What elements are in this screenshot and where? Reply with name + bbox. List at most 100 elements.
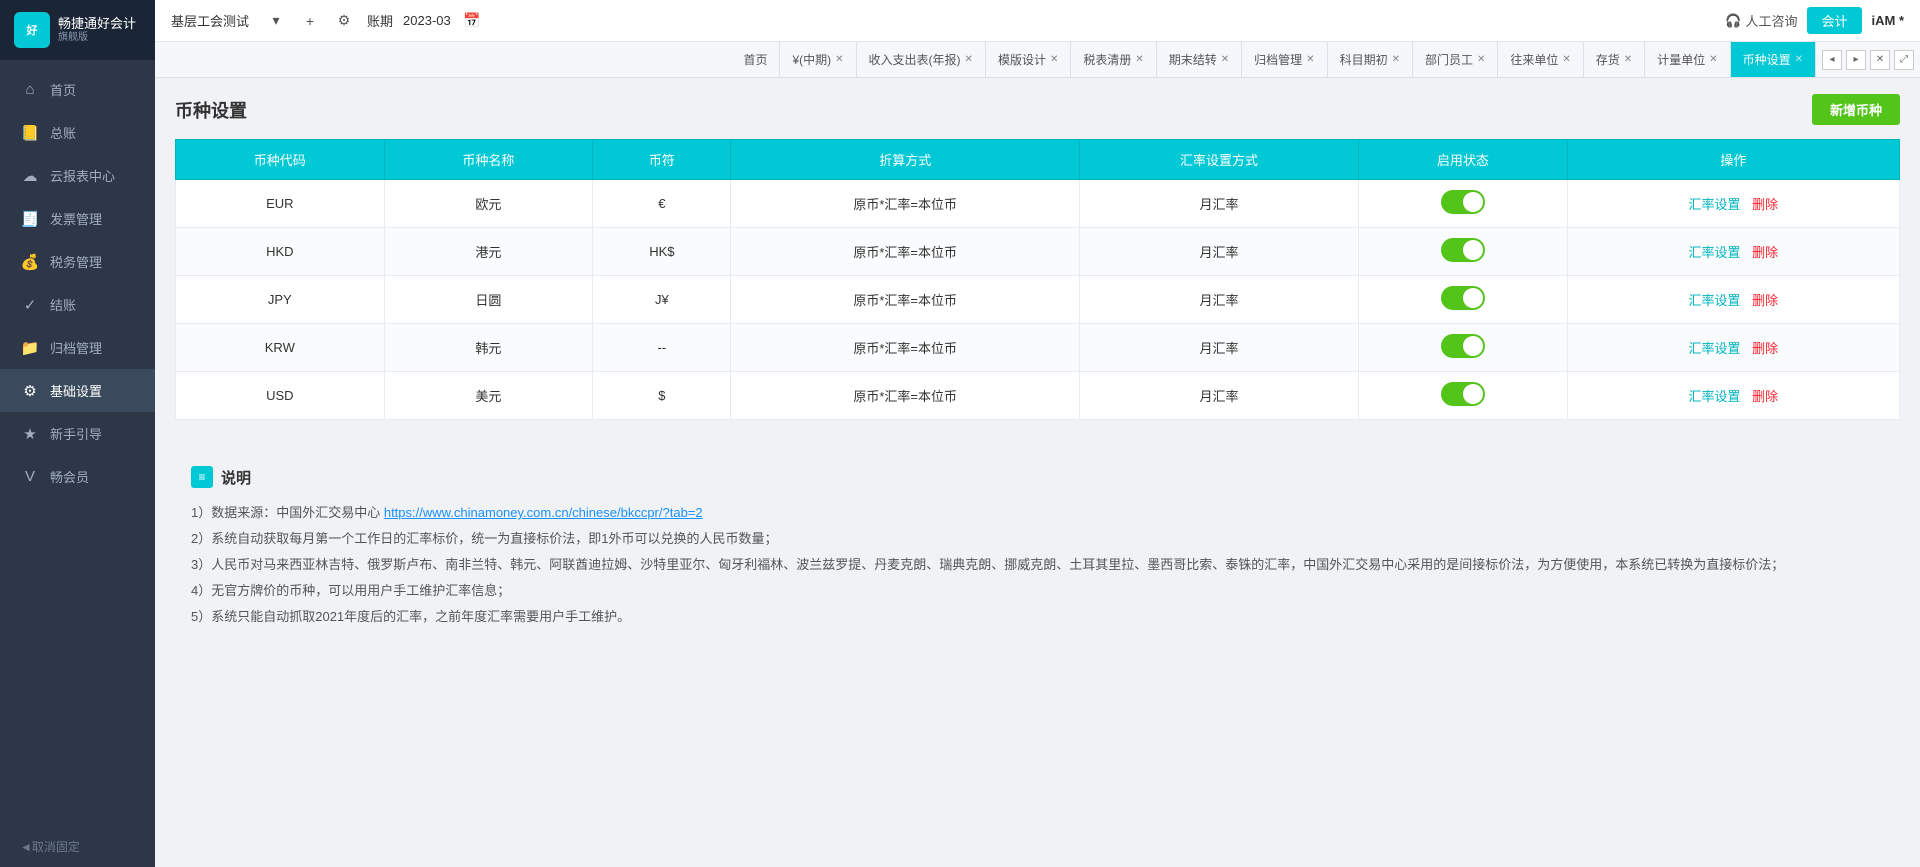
enabled-toggle[interactable]	[1441, 286, 1485, 310]
toggle-cell	[1359, 228, 1568, 276]
help-button[interactable]: 🎧 人工咨询	[1725, 11, 1797, 30]
tab-home[interactable]: 首页	[731, 42, 780, 78]
sidebar-footer[interactable]: ◄取消固定	[0, 826, 155, 867]
iam-label: iAM *	[1872, 13, 1905, 28]
tab-close-icon[interactable]: ✕	[1050, 54, 1058, 65]
sidebar-item-guide[interactable]: ★ 新手引导	[0, 412, 155, 455]
toggle-knob	[1463, 240, 1483, 260]
tab-close-icon[interactable]: ✕	[1624, 54, 1632, 65]
add-icon[interactable]: +	[297, 8, 323, 34]
cell-0: KRW	[176, 324, 385, 372]
page-title: 币种设置	[175, 97, 247, 123]
main-area: 基层工会测试 ▾ + ⚙ 账期 2023-03 📅 🎧 人工咨询 会计 iAM …	[155, 0, 1920, 867]
tab-income[interactable]: 收入支出表(年报)✕	[857, 42, 986, 78]
action-cell: 汇率设置 删除	[1567, 276, 1899, 324]
tabs-close-button[interactable]: ✕	[1870, 50, 1890, 70]
sidebar-item-settings[interactable]: ⚙ 基础设置	[0, 369, 155, 412]
sidebar-item-archive[interactable]: 📁 归档管理	[0, 326, 155, 369]
enabled-toggle[interactable]	[1441, 382, 1485, 406]
delete-link[interactable]: 删除	[1752, 245, 1778, 260]
rate-settings-link[interactable]: 汇率设置	[1689, 245, 1741, 260]
note-line-0: 1）数据来源：中国外汇交易中心 https://www.chinamoney.c…	[191, 500, 1884, 526]
notes-external-link[interactable]: https://www.chinamoney.com.cn/chinese/bk…	[384, 505, 703, 520]
rate-settings-link[interactable]: 汇率设置	[1689, 341, 1741, 356]
tabs-next-button[interactable]: ▸	[1846, 50, 1866, 70]
tab-inventory[interactable]: 存货✕	[1584, 42, 1645, 78]
table-header-启用状态: 启用状态	[1359, 140, 1568, 180]
toggle-cell	[1359, 276, 1568, 324]
sidebar-item-checkout[interactable]: ✓ 结账	[0, 283, 155, 326]
cell-4: 月汇率	[1079, 372, 1358, 420]
tab-currency[interactable]: 币种设置✕	[1731, 42, 1816, 78]
sidebar-item-tax[interactable]: 💰 税务管理	[0, 240, 155, 283]
period-info: 账期 2023-03 📅	[367, 8, 485, 34]
sidebar-item-ledger[interactable]: 📒 总账	[0, 111, 155, 154]
tab-period[interactable]: ¥(中期)✕	[780, 42, 856, 78]
tab-close-icon[interactable]: ✕	[1709, 54, 1717, 65]
cell-1: 港元	[384, 228, 593, 276]
tabs-prev-button[interactable]: ◂	[1822, 50, 1842, 70]
cell-1: 韩元	[384, 324, 593, 372]
note-line-4: 5）系统只能自动抓取2021年度后的汇率，之前年度汇率需要用户手工维护。	[191, 604, 1884, 630]
tab-close-icon[interactable]: ✕	[1477, 54, 1485, 65]
cell-2: $	[593, 372, 731, 420]
tab-template[interactable]: 模版设计✕	[986, 42, 1071, 78]
cell-2: €	[593, 180, 731, 228]
account-button[interactable]: 会计	[1807, 7, 1861, 34]
sidebar-item-home[interactable]: ⌂ 首页	[0, 68, 155, 111]
delete-link[interactable]: 删除	[1752, 293, 1778, 308]
cell-0: EUR	[176, 180, 385, 228]
enabled-toggle[interactable]	[1441, 334, 1485, 358]
note-line-2: 3）人民币对马来西亚林吉特、俄罗斯卢布、南非兰特、韩元、阿联酋迪拉姆、沙特里亚尔…	[191, 552, 1884, 578]
cell-1: 欧元	[384, 180, 593, 228]
sidebar-item-member[interactable]: V 畅会员	[0, 455, 155, 498]
table-header-汇率设置方式: 汇率设置方式	[1079, 140, 1358, 180]
rate-settings-link[interactable]: 汇率设置	[1689, 293, 1741, 308]
topbar: 基层工会测试 ▾ + ⚙ 账期 2023-03 📅 🎧 人工咨询 会计 iAM …	[155, 0, 1920, 42]
note-line-1: 2）系统自动获取每月第一个工作日的汇率标价，统一为直接标价法，即1外币可以兑换的…	[191, 526, 1884, 552]
page-header: 币种设置 新增币种	[175, 94, 1900, 125]
cell-4: 月汇率	[1079, 180, 1358, 228]
cell-3: 原币*汇率=本位币	[731, 372, 1080, 420]
settings-gear-icon[interactable]: ⚙	[331, 8, 357, 34]
tab-unit[interactable]: 计量单位✕	[1645, 42, 1730, 78]
tab-close-icon[interactable]: ✕	[1562, 54, 1570, 65]
tab-close-icon[interactable]: ✕	[1795, 54, 1803, 65]
toggle-cell	[1359, 324, 1568, 372]
enabled-toggle[interactable]	[1441, 238, 1485, 262]
tab-archive[interactable]: 归档管理✕	[1242, 42, 1327, 78]
tab-close-icon[interactable]: ✕	[1221, 54, 1229, 65]
calendar-icon[interactable]: 📅	[459, 8, 485, 34]
table-row: USD美元$原币*汇率=本位币月汇率 汇率设置 删除	[176, 372, 1900, 420]
tab-taxclear[interactable]: 税表清册✕	[1071, 42, 1156, 78]
dropdown-icon[interactable]: ▾	[263, 8, 289, 34]
tab-close-icon[interactable]: ✕	[965, 54, 973, 65]
tab-close-icon[interactable]: ✕	[835, 54, 843, 65]
delete-link[interactable]: 删除	[1752, 389, 1778, 404]
headset-icon: 🎧	[1725, 13, 1741, 29]
archive-icon: 📁	[20, 339, 40, 357]
cell-1: 日圆	[384, 276, 593, 324]
sidebar-item-invoice[interactable]: 🧾 发票管理	[0, 197, 155, 240]
sidebar-item-reports[interactable]: ☁ 云报表中心	[0, 154, 155, 197]
checkout-icon: ✓	[20, 296, 40, 314]
tab-close-icon[interactable]: ✕	[1135, 54, 1143, 65]
enabled-toggle[interactable]	[1441, 190, 1485, 214]
rate-settings-link[interactable]: 汇率设置	[1689, 389, 1741, 404]
new-currency-button[interactable]: 新增币种	[1812, 94, 1900, 125]
delete-link[interactable]: 删除	[1752, 341, 1778, 356]
tabs-nav: ◂ ▸ ✕ ⤢	[1816, 50, 1920, 70]
member-icon: V	[20, 468, 40, 485]
rate-settings-link[interactable]: 汇率设置	[1689, 197, 1741, 212]
tab-subjects[interactable]: 科目期初✕	[1328, 42, 1413, 78]
delete-link[interactable]: 删除	[1752, 197, 1778, 212]
tab-close-icon[interactable]: ✕	[1392, 54, 1400, 65]
tab-department[interactable]: 部门员工✕	[1413, 42, 1498, 78]
tab-partner[interactable]: 往来单位✕	[1498, 42, 1583, 78]
notes-icon: ≡	[191, 466, 213, 488]
tab-period_end[interactable]: 期末结转✕	[1157, 42, 1242, 78]
tabs-expand-button[interactable]: ⤢	[1894, 50, 1914, 70]
tabs-bar: 首页¥(中期)✕收入支出表(年报)✕模版设计✕税表清册✕期末结转✕归档管理✕科目…	[155, 42, 1920, 78]
action-cell: 汇率设置 删除	[1567, 180, 1899, 228]
tab-close-icon[interactable]: ✕	[1306, 54, 1314, 65]
